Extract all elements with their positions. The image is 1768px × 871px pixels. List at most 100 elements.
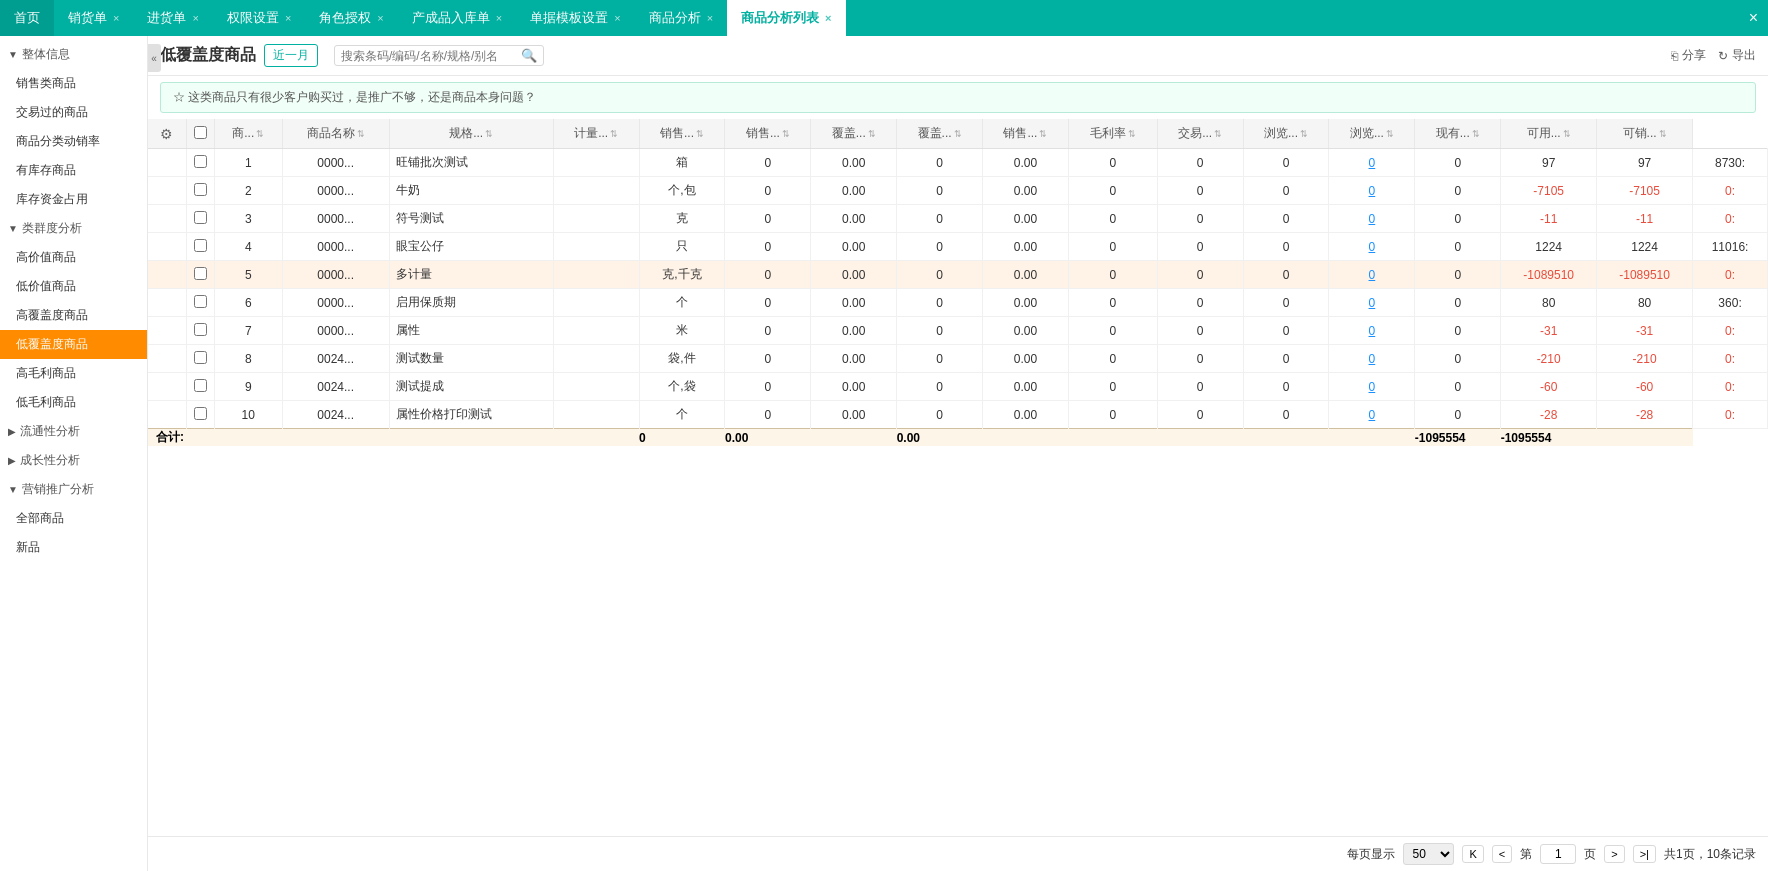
search-icon[interactable]: 🔍	[521, 48, 537, 63]
nav-finished-goods[interactable]: 产成品入库单 ×	[398, 0, 516, 36]
row-checkbox[interactable]	[186, 345, 214, 373]
row-gross-rate: 0	[1157, 317, 1243, 345]
row-checkbox[interactable]	[186, 205, 214, 233]
prev-page-btn[interactable]: <	[1492, 845, 1512, 863]
col-name: 商品名称⇅	[282, 119, 389, 149]
nav-permissions[interactable]: 权限设置 ×	[213, 0, 305, 36]
sidebar-section-growth[interactable]: ▶ 成长性分析	[0, 446, 147, 475]
row-checkbox[interactable]	[186, 149, 214, 177]
row-sellable: 0:	[1693, 401, 1768, 429]
sidebar-item-high-coverage[interactable]: 高覆盖度商品	[0, 301, 147, 330]
sidebar-section-group[interactable]: ▼ 类群度分析	[0, 214, 147, 243]
col-checkbox[interactable]	[186, 119, 214, 149]
row-gross-rate: 0	[1157, 149, 1243, 177]
col-settings[interactable]: ⚙	[148, 119, 186, 149]
row-gross-rate: 0	[1157, 261, 1243, 289]
next-page-btn[interactable]: >	[1604, 845, 1624, 863]
nav-home[interactable]: 首页	[0, 0, 54, 36]
close-roles-tab[interactable]: ×	[377, 12, 383, 24]
row-sales-amt: 0.00	[811, 373, 897, 401]
search-input[interactable]	[341, 49, 521, 63]
row-spec	[553, 373, 639, 401]
nav-sales[interactable]: 销货单 ×	[54, 0, 133, 36]
close-permissions-tab[interactable]: ×	[285, 12, 291, 24]
sidebar-section-circulation[interactable]: ▶ 流通性分析	[0, 417, 147, 446]
nav-roles[interactable]: 角色授权 ×	[305, 0, 397, 36]
nav-purchase[interactable]: 进货单 ×	[133, 0, 212, 36]
close-finished-goods-tab[interactable]: ×	[496, 12, 502, 24]
row-browse1[interactable]: 0	[1329, 261, 1415, 289]
row-browse2: 0	[1415, 289, 1501, 317]
first-page-btn[interactable]: K	[1462, 845, 1483, 863]
export-button[interactable]: ↻ 导出	[1718, 47, 1756, 64]
sidebar: ▼ 整体信息 销售类商品 交易过的商品 商品分类动销率 有库存商品 库存资金占用…	[0, 36, 148, 871]
sidebar-item-high-value[interactable]: 高价值商品	[0, 243, 147, 272]
sidebar-item-new-goods[interactable]: 新品	[0, 533, 147, 562]
row-browse1[interactable]: 0	[1329, 289, 1415, 317]
col-sellable: 可销...⇅	[1597, 119, 1693, 149]
row-browse1[interactable]: 0	[1329, 149, 1415, 177]
row-browse1[interactable]: 0	[1329, 373, 1415, 401]
sidebar-item-traded-goods[interactable]: 交易过的商品	[0, 98, 147, 127]
sidebar-collapse-btn[interactable]: «	[148, 44, 161, 72]
sidebar-item-high-gross[interactable]: 高毛利商品	[0, 359, 147, 388]
sidebar-item-low-value[interactable]: 低价值商品	[0, 272, 147, 301]
row-checkbox[interactable]	[186, 289, 214, 317]
sidebar-item-stock-capital[interactable]: 库存资金占用	[0, 185, 147, 214]
sidebar-section-overall[interactable]: ▼ 整体信息	[0, 40, 147, 69]
row-name: 符号测试	[389, 205, 553, 233]
row-browse1[interactable]: 0	[1329, 205, 1415, 233]
close-purchase-tab[interactable]: ×	[192, 12, 198, 24]
row-browse2: 0	[1415, 177, 1501, 205]
sidebar-item-stocked-goods[interactable]: 有库存商品	[0, 156, 147, 185]
per-page-select[interactable]: 50 10 20 100	[1403, 843, 1454, 865]
row-name: 眼宝公仔	[389, 233, 553, 261]
sidebar-item-low-gross[interactable]: 低毛利商品	[0, 388, 147, 417]
nav-goods-analysis[interactable]: 商品分析 ×	[635, 0, 727, 36]
sidebar-item-category-rate[interactable]: 商品分类动销率	[0, 127, 147, 156]
page-input[interactable]	[1540, 844, 1576, 864]
close-template-tab[interactable]: ×	[614, 12, 620, 24]
row-browse1[interactable]: 0	[1329, 317, 1415, 345]
settings-icon[interactable]: ⚙	[160, 126, 173, 142]
sidebar-item-all-goods[interactable]: 全部商品	[0, 504, 147, 533]
row-sales3: 0	[1068, 261, 1157, 289]
nav-goods-analysis-list[interactable]: 商品分析列表 ×	[727, 0, 845, 36]
row-sellable: 0:	[1693, 317, 1768, 345]
col-avail-stock: 可用...⇅	[1501, 119, 1597, 149]
row-browse1[interactable]: 0	[1329, 233, 1415, 261]
table-row: 6 0000... 启用保质期 个 0 0.00 0 0.00 0 0 0 0 …	[148, 289, 1768, 317]
close-analysis-tab[interactable]: ×	[707, 12, 713, 24]
row-no: 4	[214, 233, 282, 261]
select-all-checkbox[interactable]	[194, 126, 207, 139]
total-avail-stock: -1095554	[1501, 429, 1597, 447]
row-checkbox[interactable]	[186, 317, 214, 345]
nav-template-settings[interactable]: 单据模板设置 ×	[516, 0, 634, 36]
row-browse1[interactable]: 0	[1329, 401, 1415, 429]
row-sales-qty: 0	[725, 289, 811, 317]
row-checkbox[interactable]	[186, 177, 214, 205]
row-settings	[148, 401, 186, 429]
share-button[interactable]: ⎗ 分享	[1671, 47, 1706, 64]
page-title: 低覆盖度商品	[160, 45, 256, 66]
row-checkbox[interactable]	[186, 401, 214, 429]
row-checkbox[interactable]	[186, 233, 214, 261]
row-browse1[interactable]: 0	[1329, 345, 1415, 373]
date-filter-button[interactable]: 近一月	[264, 44, 318, 67]
info-text: ☆ 这类商品只有很少客户购买过，是推广不够，还是商品本身问题？	[173, 89, 536, 106]
row-checkbox[interactable]	[186, 373, 214, 401]
table-row: 8 0024... 测试数量 袋,件 0 0.00 0 0.00 0 0 0 0…	[148, 345, 1768, 373]
close-sales-tab[interactable]: ×	[113, 12, 119, 24]
table-wrapper[interactable]: ⚙ 商...⇅ 商品名称⇅ 规格...⇅ 计量...⇅ 销售...⇅ 销售...…	[148, 119, 1768, 836]
row-checkbox[interactable]	[186, 261, 214, 289]
arrow-marketing: ▼	[8, 484, 18, 495]
sidebar-item-low-coverage[interactable]: 低覆盖度商品	[0, 330, 147, 359]
sidebar-item-sales-goods[interactable]: 销售类商品	[0, 69, 147, 98]
close-analysis-list-tab[interactable]: ×	[825, 12, 831, 24]
sidebar-section-marketing[interactable]: ▼ 营销推广分析	[0, 475, 147, 504]
page-label: 第	[1520, 846, 1532, 863]
close-window-btn[interactable]: ×	[1749, 9, 1768, 27]
row-browse1[interactable]: 0	[1329, 177, 1415, 205]
last-page-btn[interactable]: >|	[1633, 845, 1656, 863]
col-trade: 交易...⇅	[1157, 119, 1243, 149]
